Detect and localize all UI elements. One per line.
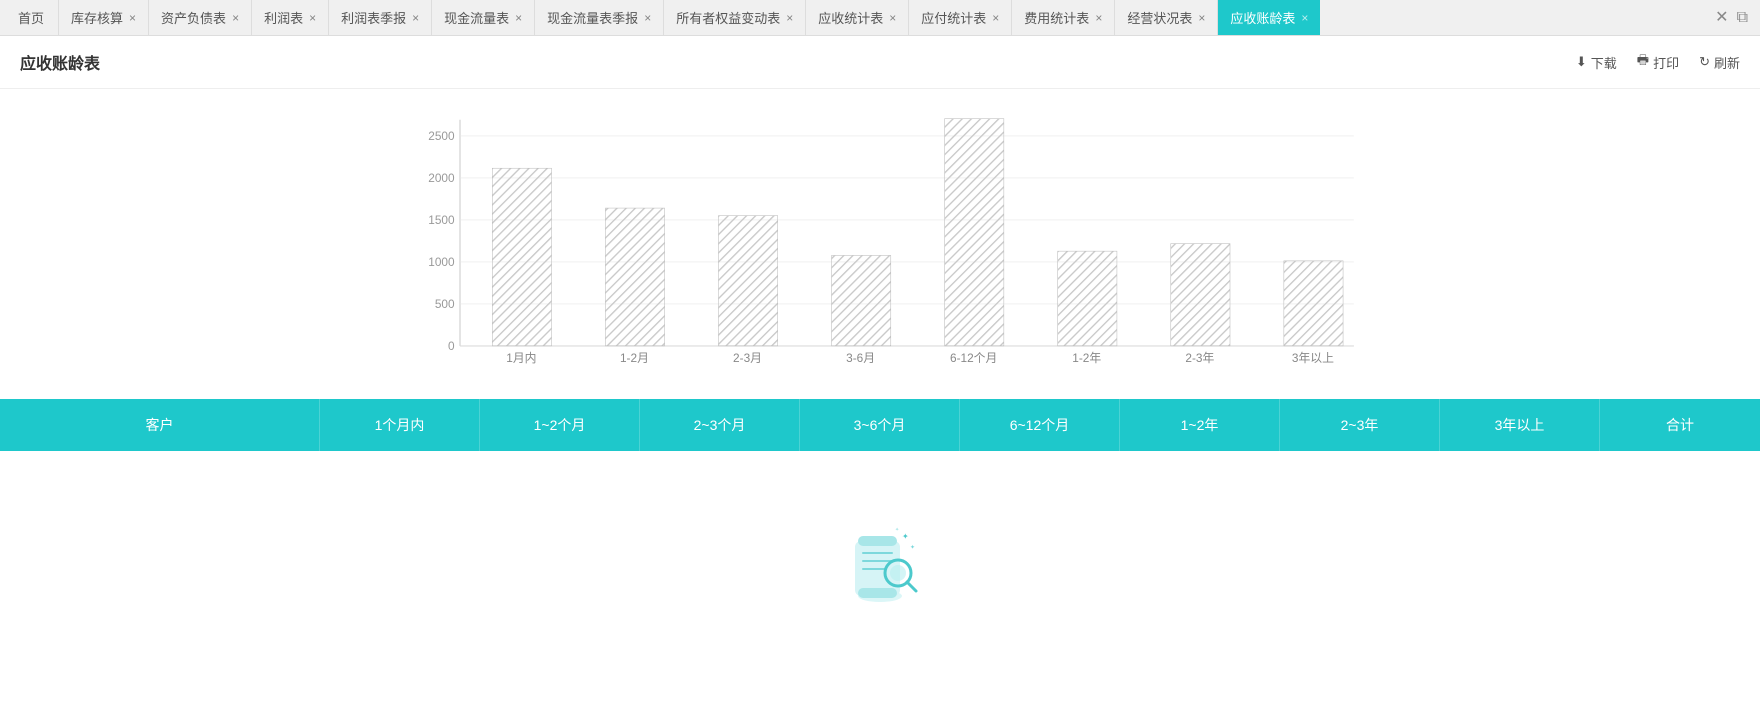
window-controls: ✕ ⧉: [1707, 10, 1756, 26]
chart-area: 0 500 1000 1500 2000 2500: [0, 89, 1760, 399]
svg-text:1-2年: 1-2年: [1072, 351, 1101, 365]
restore-button[interactable]: ⧉: [1737, 10, 1748, 26]
empty-state: ✦ ✦ ✦: [0, 451, 1760, 671]
page-header: 应收账龄表 ⬇ 下载 🖶 打印 ↻ 刷新: [0, 36, 1760, 89]
tab-home-label: 首页: [18, 8, 44, 27]
svg-text:✦: ✦: [902, 532, 909, 541]
tab-close-cashflow[interactable]: ×: [515, 11, 522, 25]
svg-text:1000: 1000: [428, 255, 455, 269]
tab-label-equity: 所有者权益变动表: [676, 8, 780, 27]
tab-label-profit: 利润表: [264, 8, 303, 27]
tab-profit-quarterly[interactable]: 利润表季报 ×: [329, 0, 432, 36]
table-header-cell-6: 1~2年: [1120, 399, 1280, 451]
svg-text:2000: 2000: [428, 171, 455, 185]
tab-close-balance[interactable]: ×: [232, 11, 239, 25]
refresh-button[interactable]: ↻ 刷新: [1699, 53, 1740, 72]
svg-text:✦: ✦: [910, 544, 915, 551]
tab-label-operation: 经营状况表: [1127, 8, 1192, 27]
tab-close-equity[interactable]: ×: [786, 11, 793, 25]
tab-label-receivable-stat: 应收统计表: [818, 8, 883, 27]
svg-text:1500: 1500: [428, 213, 455, 227]
close-button[interactable]: ✕: [1715, 10, 1728, 26]
refresh-icon: ↻: [1699, 54, 1710, 70]
tab-close-receivable-stat[interactable]: ×: [889, 11, 896, 25]
svg-text:3-6月: 3-6月: [846, 351, 875, 365]
tab-label-expense-stat: 费用统计表: [1024, 8, 1089, 27]
tab-expense-stat[interactable]: 费用统计表 ×: [1012, 0, 1115, 36]
tab-label-cashflow: 现金流量表: [444, 8, 509, 27]
tab-close-profit[interactable]: ×: [309, 11, 316, 25]
svg-text:2-3年: 2-3年: [1185, 351, 1214, 365]
page-title: 应收账龄表: [20, 50, 100, 74]
tab-balance[interactable]: 资产负债表 ×: [149, 0, 252, 36]
svg-text:2-3月: 2-3月: [733, 351, 762, 365]
svg-text:0: 0: [448, 339, 455, 353]
tab-payable-stat[interactable]: 应付统计表 ×: [909, 0, 1012, 36]
tab-label-cashflow-quarterly: 现金流量表季报: [547, 8, 638, 27]
page-actions: ⬇ 下载 🖶 打印 ↻ 刷新: [1576, 51, 1740, 73]
print-button[interactable]: 🖶 打印: [1637, 51, 1679, 73]
svg-text:500: 500: [435, 297, 455, 311]
download-label: 下载: [1591, 53, 1617, 72]
table-header: 客户1个月内1~2个月2~3个月3~6个月6~12个月1~2年2~3年3年以上合…: [0, 399, 1760, 451]
table-header-cell-3: 2~3个月: [640, 399, 800, 451]
table-header-cell-0: 客户: [0, 399, 320, 451]
tab-aging[interactable]: 应收账龄表 ×: [1218, 0, 1320, 36]
tab-operation[interactable]: 经营状况表 ×: [1115, 0, 1218, 36]
bar-chart: 0 500 1000 1500 2000 2500: [40, 109, 1720, 389]
tab-profit[interactable]: 利润表 ×: [252, 0, 329, 36]
tab-label-profit-quarterly: 利润表季报: [341, 8, 406, 27]
tab-close-profit-quarterly[interactable]: ×: [412, 11, 419, 25]
print-label: 打印: [1653, 53, 1679, 72]
tab-bar: 首页 库存核算×资产负债表×利润表×利润表季报×现金流量表×现金流量表季报×所有…: [0, 0, 1760, 36]
tab-equity[interactable]: 所有者权益变动表 ×: [664, 0, 806, 36]
table-header-cell-5: 6~12个月: [960, 399, 1120, 451]
svg-text:✦: ✦: [895, 527, 899, 533]
svg-text:2500: 2500: [428, 129, 455, 143]
tab-close-payable-stat[interactable]: ×: [992, 11, 999, 25]
table-header-cell-2: 1~2个月: [480, 399, 640, 451]
tab-label-balance: 资产负债表: [161, 8, 226, 27]
tab-close-cashflow-quarterly[interactable]: ×: [644, 11, 651, 25]
chart-container: 0 500 1000 1500 2000 2500: [40, 109, 1720, 389]
tab-receivable-stat[interactable]: 应收统计表 ×: [806, 0, 909, 36]
download-button[interactable]: ⬇ 下载: [1576, 53, 1617, 72]
tab-close-operation[interactable]: ×: [1198, 11, 1205, 25]
svg-text:6-12个月: 6-12个月: [950, 351, 997, 365]
svg-text:1-2月: 1-2月: [620, 351, 649, 365]
svg-text:1月内: 1月内: [506, 351, 536, 365]
download-icon: ⬇: [1576, 54, 1587, 70]
refresh-label: 刷新: [1714, 53, 1740, 72]
table-header-cell-4: 3~6个月: [800, 399, 960, 451]
tab-label-inventory: 库存核算: [71, 8, 123, 27]
table-header-cell-9: 合计: [1600, 399, 1760, 451]
table-header-cell-8: 3年以上: [1440, 399, 1600, 451]
tab-inventory[interactable]: 库存核算 ×: [59, 0, 149, 36]
tab-cashflow[interactable]: 现金流量表 ×: [432, 0, 535, 36]
empty-icon: ✦ ✦ ✦: [830, 511, 930, 611]
tab-home[interactable]: 首页: [4, 0, 59, 36]
print-icon: 🖶: [1637, 51, 1649, 73]
main-content: 0 500 1000 1500 2000 2500: [0, 89, 1760, 723]
table-header-cell-1: 1个月内: [320, 399, 480, 451]
tab-label-payable-stat: 应付统计表: [921, 8, 986, 27]
tab-label-aging: 应收账龄表: [1230, 8, 1295, 27]
table-header-cell-7: 2~3年: [1280, 399, 1440, 451]
tab-close-aging[interactable]: ×: [1301, 11, 1308, 25]
tab-close-expense-stat[interactable]: ×: [1095, 11, 1102, 25]
svg-text:3年以上: 3年以上: [1292, 351, 1334, 365]
tab-cashflow-quarterly[interactable]: 现金流量表季报 ×: [535, 0, 664, 36]
tab-close-inventory[interactable]: ×: [129, 11, 136, 25]
